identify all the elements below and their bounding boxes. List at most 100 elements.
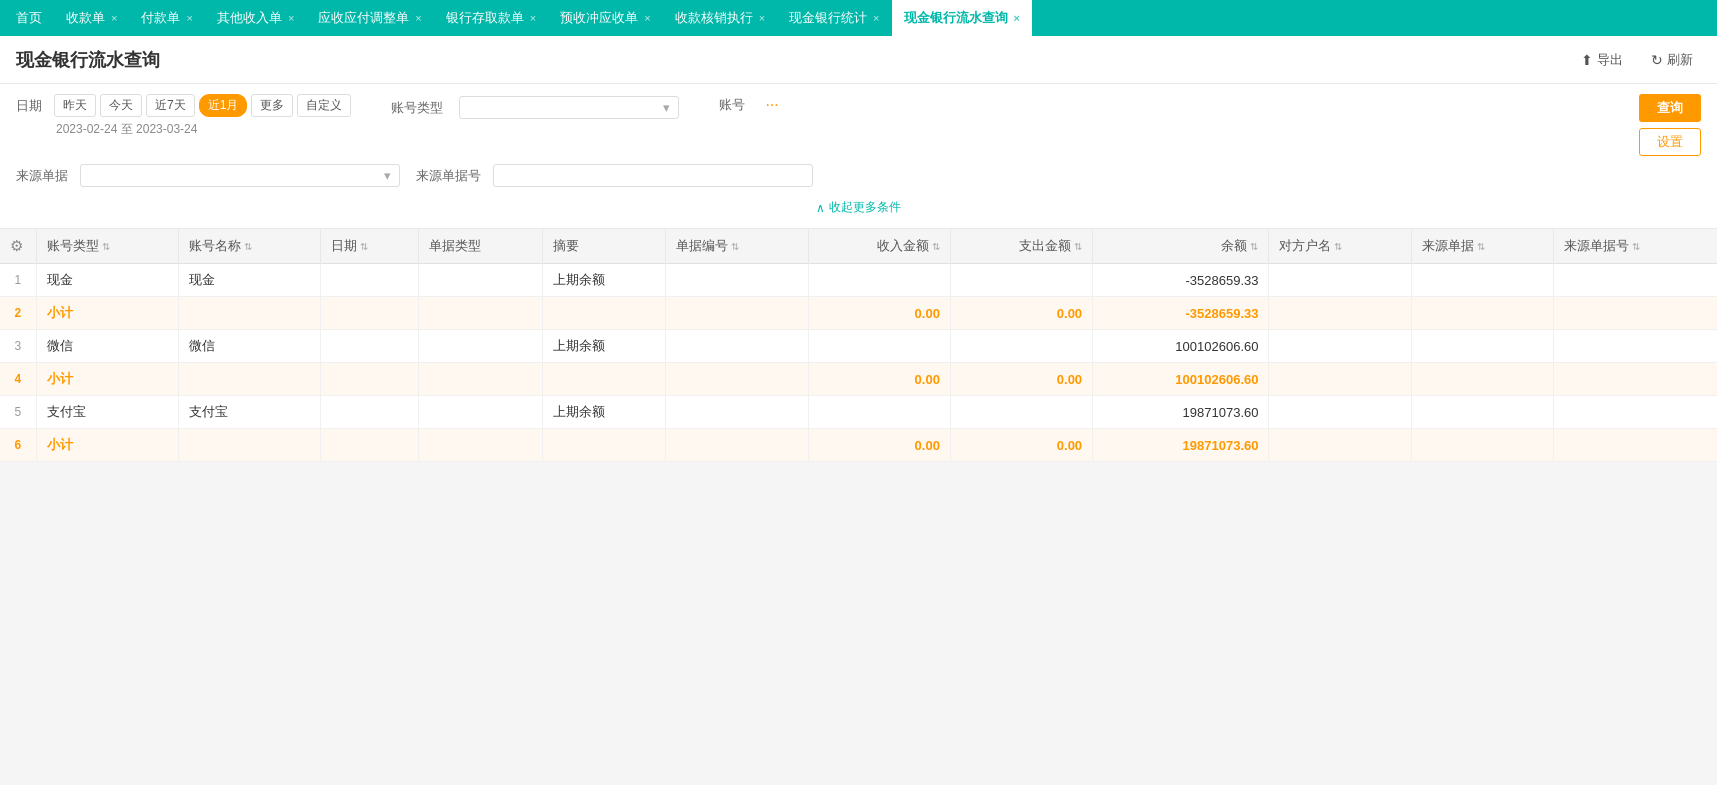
source-doc-num-label: 来源单据号 (416, 167, 481, 185)
cell-counterparty (1269, 264, 1411, 297)
table-row: 4小计0.000.00100102606.60 (0, 363, 1717, 396)
export-label: 导出 (1597, 51, 1623, 69)
nav-payments[interactable]: 付款单 × (129, 0, 204, 36)
sort-doc-num-icon: ⇅ (731, 241, 739, 252)
nav-receipt-verify-close[interactable]: × (759, 12, 765, 24)
sort-income[interactable]: 收入金额 ⇅ (877, 237, 940, 255)
date-btn-today[interactable]: 今天 (100, 94, 142, 117)
cell-counterparty (1269, 330, 1411, 363)
filter-actions: 查询 设置 (1639, 94, 1701, 156)
sort-source-doc-num[interactable]: 来源单据号 ⇅ (1564, 237, 1640, 255)
nav-receipt-verify[interactable]: 收款核销执行 × (663, 0, 777, 36)
nav-ar-ap-adjust[interactable]: 应收应付调整单 × (306, 0, 433, 36)
th-summary: 摘要 (542, 229, 666, 264)
nav-other-income[interactable]: 其他收入单 × (205, 0, 306, 36)
export-button[interactable]: ⬆ 导出 (1573, 47, 1631, 73)
query-button[interactable]: 查询 (1639, 94, 1701, 122)
cell-source-doc-num (1553, 264, 1717, 297)
nav-ar-ap-adjust-close[interactable]: × (415, 12, 421, 24)
cell-doc-num (666, 330, 808, 363)
nav-payments-close[interactable]: × (186, 12, 192, 24)
source-doc-block: 来源单据 ▾ (16, 164, 400, 187)
cell-income (808, 330, 950, 363)
nav-bank-deposit[interactable]: 银行存取款单 × (434, 0, 548, 36)
cell-expense: 0.00 (950, 363, 1092, 396)
nav-bank-deposit-close[interactable]: × (530, 12, 536, 24)
table-row: 6小计0.000.0019871073.60 (0, 429, 1717, 462)
cell-income: 0.00 (808, 429, 950, 462)
cell-summary (542, 429, 666, 462)
filter-row-2: 来源单据 ▾ 来源单据号 (16, 164, 1701, 187)
cell-source-doc (1411, 363, 1553, 396)
date-btn-7days[interactable]: 近7天 (146, 94, 195, 117)
account-dots-btn[interactable]: ··· (761, 96, 782, 114)
date-btn-custom[interactable]: 自定义 (297, 94, 351, 117)
nav-receipts-close[interactable]: × (111, 12, 117, 24)
sort-account-name[interactable]: 账号名称 ⇅ (189, 237, 252, 255)
date-filter-label: 日期 (16, 97, 42, 115)
refresh-label: 刷新 (1667, 51, 1693, 69)
gear-settings-icon[interactable]: ⚙ (10, 237, 23, 254)
nav-receipts[interactable]: 收款单 × (54, 0, 129, 36)
collapse-button[interactable]: ∧ 收起更多条件 (806, 197, 911, 218)
cell-account-name: 支付宝 (178, 396, 320, 429)
settings-button[interactable]: 设置 (1639, 128, 1701, 156)
source-doc-select[interactable]: ▾ (80, 164, 400, 187)
sort-account-type[interactable]: 账号类型 ⇅ (47, 237, 110, 255)
table-body: 1现金现金上期余额-3528659.332小计0.000.00-3528659.… (0, 264, 1717, 462)
cell-balance: 100102606.60 (1093, 330, 1269, 363)
nav-cash-bank-stat-label: 现金银行统计 (789, 9, 867, 27)
sort-counterparty-icon: ⇅ (1334, 241, 1342, 252)
nav-cash-bank-stat[interactable]: 现金银行统计 × (777, 0, 891, 36)
nav-cash-bank-stat-close[interactable]: × (873, 12, 879, 24)
nav-receipt-verify-label: 收款核销执行 (675, 9, 753, 27)
th-date: 日期 ⇅ (320, 229, 418, 264)
data-table: ⚙ 账号类型 ⇅ 账号名称 ⇅ 日期 (0, 229, 1717, 462)
cell-source-doc-num (1553, 396, 1717, 429)
cell-source-doc (1411, 429, 1553, 462)
cell-row-num: 1 (0, 264, 36, 297)
nav-prepay-offset[interactable]: 预收冲应收单 × (548, 0, 662, 36)
date-btn-more[interactable]: 更多 (251, 94, 293, 117)
cell-account-type: 现金 (36, 264, 178, 297)
sort-balance[interactable]: 余额 ⇅ (1221, 237, 1258, 255)
cell-source-doc (1411, 297, 1553, 330)
export-icon: ⬆ (1581, 52, 1593, 68)
nav-home[interactable]: 首页 (4, 0, 54, 36)
cell-source-doc (1411, 330, 1553, 363)
nav-prepay-offset-close[interactable]: × (644, 12, 650, 24)
source-doc-num-input[interactable] (493, 164, 813, 187)
date-range-text: 2023-02-24 至 2023-03-24 (56, 121, 197, 138)
sort-date-icon: ⇅ (360, 241, 368, 252)
sort-counterparty[interactable]: 对方户名 ⇅ (1279, 237, 1342, 255)
cell-doc-num (666, 396, 808, 429)
date-btn-1month[interactable]: 近1月 (199, 94, 248, 117)
nav-cash-bank-flow-label: 现金银行流水查询 (904, 9, 1008, 27)
cell-doc-type (419, 264, 543, 297)
cell-date (320, 363, 418, 396)
cell-income (808, 396, 950, 429)
sort-source-doc[interactable]: 来源单据 ⇅ (1422, 237, 1485, 255)
cell-doc-type (419, 396, 543, 429)
page-title: 现金银行流水查询 (16, 48, 160, 72)
cell-summary (542, 363, 666, 396)
cell-source-doc-num (1553, 330, 1717, 363)
refresh-button[interactable]: ↻ 刷新 (1643, 47, 1701, 73)
refresh-icon: ↻ (1651, 52, 1663, 68)
cell-date (320, 429, 418, 462)
account-type-select[interactable]: ▾ (459, 96, 679, 119)
nav-cash-bank-flow[interactable]: 现金银行流水查询 × (892, 0, 1032, 36)
sort-expense[interactable]: 支出金额 ⇅ (1019, 237, 1082, 255)
cell-account-type: 小计 (36, 363, 178, 396)
date-options: 昨天 今天 近7天 近1月 更多 自定义 (54, 94, 351, 117)
cell-account-name (178, 363, 320, 396)
sort-doc-num[interactable]: 单据编号 ⇅ (676, 237, 739, 255)
date-btn-yesterday[interactable]: 昨天 (54, 94, 96, 117)
header-actions: ⬆ 导出 ↻ 刷新 (1573, 47, 1701, 73)
nav-other-income-close[interactable]: × (288, 12, 294, 24)
collapse-row: ∧ 收起更多条件 (16, 193, 1701, 220)
sort-date[interactable]: 日期 ⇅ (331, 237, 368, 255)
table-row: 1现金现金上期余额-3528659.33 (0, 264, 1717, 297)
nav-cash-bank-flow-close[interactable]: × (1014, 12, 1020, 24)
cell-summary (542, 297, 666, 330)
